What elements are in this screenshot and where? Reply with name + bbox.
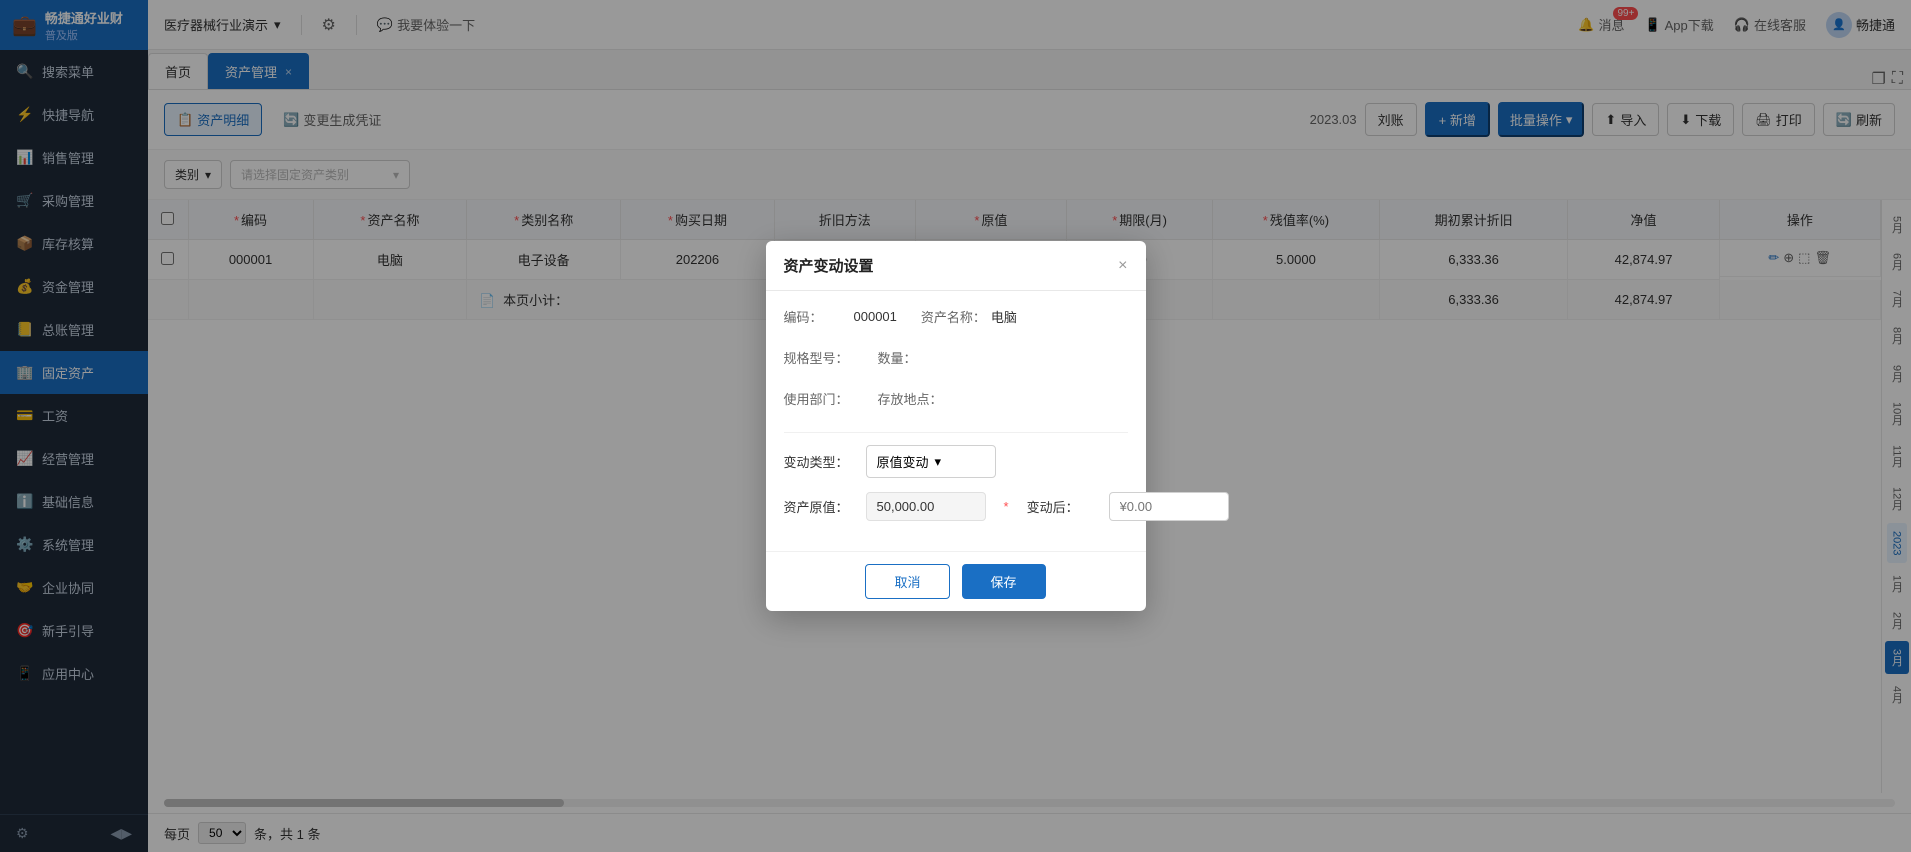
name-field: 资产名称： 电脑 [921, 307, 1017, 326]
save-label: 保存 [991, 575, 1017, 590]
name-value: 电脑 [991, 307, 1017, 326]
original-value-display: 50,000.00 [866, 492, 986, 521]
name-label: 资产名称： [921, 307, 991, 326]
storage-field: 存放地点： [878, 389, 948, 408]
storage-label: 存放地点： [878, 389, 948, 408]
original-value-label: 资产原值： [784, 497, 854, 516]
required-indicator: * [1004, 499, 1009, 514]
dialog-row-2: 规格型号： 数量： [784, 348, 1128, 379]
change-type-select[interactable]: 原值变动 ▾ [866, 445, 996, 478]
change-type-row: 变动类型： 原值变动 ▾ [784, 445, 1128, 478]
value-change-row: 资产原值： 50,000.00 * 变动后： [784, 492, 1128, 521]
model-field: 规格型号： [784, 348, 854, 367]
change-type-value: 原值变动 [877, 452, 929, 471]
dialog-body: 编码： 000001 资产名称： 电脑 规格型号： 数量： [766, 291, 1146, 551]
after-change-label: 变动后： [1027, 497, 1097, 516]
after-change-input[interactable] [1109, 492, 1229, 521]
dialog-title: 资产变动设置 [784, 255, 874, 276]
change-type-dropdown-icon: ▾ [935, 454, 942, 470]
change-type-label: 变动类型： [784, 452, 854, 471]
quantity-field: 数量： [878, 348, 948, 367]
department-label: 使用部门： [784, 389, 854, 408]
dialog-divider [784, 432, 1128, 433]
cancel-label: 取消 [894, 575, 920, 590]
department-field: 使用部门： [784, 389, 854, 408]
dialog-footer: 取消 保存 [766, 551, 1146, 611]
dialog-header: 资产变动设置 × [766, 241, 1146, 291]
code-field: 编码： 000001 [784, 307, 897, 326]
quantity-label: 数量： [878, 348, 948, 367]
dialog-row-1: 编码： 000001 资产名称： 电脑 [784, 307, 1128, 338]
code-label: 编码： [784, 307, 854, 326]
save-button[interactable]: 保存 [962, 564, 1046, 599]
dialog-row-3: 使用部门： 存放地点： [784, 389, 1128, 420]
dialog-close-button[interactable]: × [1118, 257, 1127, 275]
asset-change-dialog: 资产变动设置 × 编码： 000001 资产名称： 电脑 规格型号： [766, 241, 1146, 611]
dialog-overlay: 资产变动设置 × 编码： 000001 资产名称： 电脑 规格型号： [0, 0, 1911, 852]
model-label: 规格型号： [784, 348, 854, 367]
code-value: 000001 [854, 309, 897, 324]
cancel-button[interactable]: 取消 [865, 564, 949, 599]
